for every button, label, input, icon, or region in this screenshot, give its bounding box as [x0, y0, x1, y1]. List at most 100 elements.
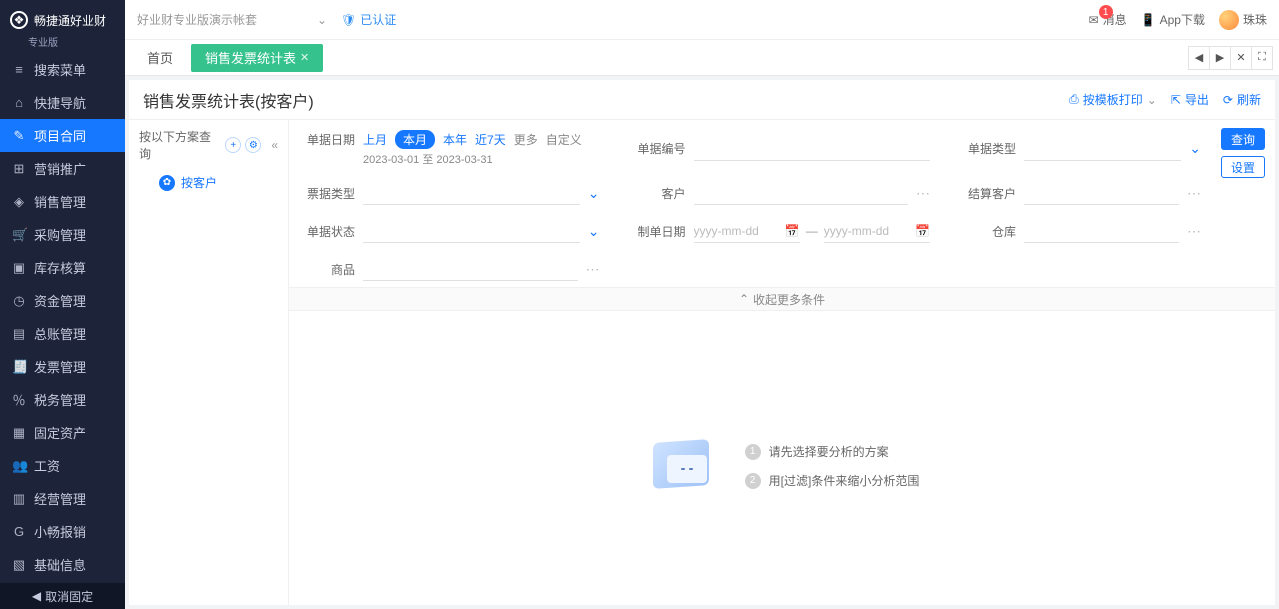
sidebar-item[interactable]: 🛒采购管理 [0, 218, 125, 251]
tab[interactable]: 首页 [133, 44, 187, 72]
sidebar-item[interactable]: ≡搜索菜单 [0, 53, 125, 86]
export-button[interactable]: ⇱ 导出 [1171, 91, 1209, 108]
date-range-option[interactable]: 上月 [363, 131, 387, 148]
nav-icon: ⊞ [12, 161, 26, 177]
date-range-option[interactable]: 本年 [443, 131, 467, 148]
collapse-conditions[interactable]: ⌃ 收起更多条件 [289, 287, 1275, 311]
sidebar-item[interactable]: ◷资金管理 [0, 284, 125, 317]
sidebar-item[interactable]: ◈销售管理 [0, 185, 125, 218]
sidebar-item[interactable]: G小畅报销 [0, 515, 125, 548]
content: 销售发票统计表(按客户) ⎙ 按模板打印 ⌄ ⇱ 导出 ⟳ 刷新 [125, 76, 1279, 609]
setting-button[interactable]: 设置 [1221, 156, 1265, 178]
scheme-add[interactable]: + [225, 137, 241, 153]
refresh-button[interactable]: ⟳ 刷新 [1223, 91, 1261, 108]
pin-icon: ◀ [32, 589, 41, 603]
chevron-down-icon: ⌄ [317, 13, 327, 27]
bill-type-select[interactable] [1024, 137, 1181, 161]
scheme-item-icon: ✿ [159, 175, 175, 191]
goods-picker[interactable] [363, 257, 578, 281]
scheme-collapse[interactable]: « [271, 138, 278, 152]
sidebar-item[interactable]: 👥工资 [0, 449, 125, 482]
tabs-next[interactable]: ▶ [1209, 46, 1231, 70]
date-range-option[interactable]: 本月 [395, 130, 435, 149]
nav-icon: ▤ [12, 326, 26, 342]
nav-icon: 🛒 [12, 227, 26, 243]
sidebar-item-label: 经营管理 [34, 489, 86, 508]
field-bill-state: 单据状态 ⌄ [299, 219, 600, 243]
query-button[interactable]: 查询 [1221, 128, 1265, 150]
page-title: 销售发票统计表(按客户) [143, 88, 1069, 112]
make-date-to[interactable] [824, 224, 915, 238]
date-range-option[interactable]: 自定义 [546, 131, 582, 148]
calendar-icon[interactable]: 📅 [915, 224, 930, 238]
field-settle-customer: 结算客户 ⋯ [960, 181, 1261, 205]
more-icon[interactable]: ⋯ [1187, 185, 1201, 202]
step-number-icon: 2 [745, 473, 761, 489]
warehouse-picker[interactable] [1024, 219, 1179, 243]
field-make-date: 制单日期 📅 — 📅 [630, 219, 931, 243]
bill-state-select[interactable] [363, 219, 580, 243]
app-download-button[interactable]: 📱 App下载 [1141, 11, 1205, 28]
nav-icon: ％ [12, 390, 26, 409]
nav-icon: ◷ [12, 293, 26, 309]
sidebar-item[interactable]: ▤ 总账管理 [0, 317, 125, 350]
scheme-item-customer[interactable]: ✿ 按客户 [139, 174, 278, 191]
chevron-down-icon[interactable]: ⌄ [588, 223, 600, 240]
customer-label: 客户 [630, 185, 686, 202]
user-menu[interactable]: 珠珠 [1219, 10, 1267, 30]
sidebar-item-label: 税务管理 [34, 390, 86, 409]
field-bill-no: 单据编号 [630, 130, 931, 167]
calendar-icon[interactable]: 📅 [785, 224, 800, 238]
field-customer: 客户 ⋯ [630, 181, 931, 205]
tab[interactable]: 销售发票统计表✕ [191, 44, 323, 72]
tabs-close-all[interactable]: ✕ [1230, 46, 1252, 70]
sidebar-item[interactable]: ⌂快捷导航 [0, 86, 125, 119]
date-range-option[interactable]: 更多 [514, 131, 538, 148]
print-button[interactable]: ⎙ 按模板打印 ⌄ [1069, 91, 1157, 108]
tab-label: 首页 [147, 48, 173, 67]
sidebar-item[interactable]: ▦固定资产 [0, 416, 125, 449]
sidebar: ❖ 畅捷通好业财 专业版 ≡搜索菜单⌂快捷导航✎项目合同⊞营销推广◈销售管理🛒采… [0, 0, 125, 609]
scheme-item-label: 按客户 [181, 174, 217, 191]
account-selector[interactable]: 好业财专业版演示帐套 ⌄ [137, 11, 327, 28]
invoice-type-select[interactable] [363, 181, 580, 205]
sidebar-item[interactable]: 🧾发票管理 [0, 350, 125, 383]
settle-customer-label: 结算客户 [960, 185, 1016, 202]
make-date-from[interactable] [694, 224, 785, 238]
export-label: 导出 [1185, 91, 1209, 108]
user-name: 珠珠 [1243, 11, 1267, 28]
nav-icon: ▥ [12, 491, 26, 507]
tab-close-icon[interactable]: ✕ [300, 51, 309, 64]
avatar [1219, 10, 1239, 30]
verified-badge: 🛡 已认证 [341, 11, 396, 28]
nav-icon: G [12, 524, 26, 539]
sidebar-item[interactable]: ％ 税务管理 [0, 383, 125, 416]
more-icon[interactable]: ⋯ [916, 185, 930, 202]
messages-button[interactable]: ✉ 消息 1 [1089, 11, 1127, 28]
verified-label: 已认证 [360, 11, 396, 28]
brand-subtitle: 专业版 [0, 34, 125, 49]
tabs-fullscreen[interactable]: ⛶ [1251, 46, 1273, 70]
sidebar-unpin[interactable]: ◀ 取消固定 [0, 583, 125, 609]
more-icon[interactable]: ⋯ [1187, 223, 1201, 240]
more-icon[interactable]: ⋯ [586, 261, 600, 278]
sidebar-item[interactable]: ▥ 经营管理 [0, 482, 125, 515]
nav-icon: ✎ [12, 128, 26, 144]
chevron-down-icon[interactable]: ⌄ [1189, 140, 1201, 157]
sidebar-item-label: 总账管理 [34, 324, 86, 343]
settle-customer-picker[interactable] [1024, 181, 1179, 205]
scheme-setting[interactable]: ⚙ [245, 137, 261, 153]
sidebar-item[interactable]: ▧基础信息 [0, 548, 125, 581]
customer-picker[interactable] [694, 181, 909, 205]
sidebar-item[interactable]: ⊞营销推广 [0, 152, 125, 185]
sidebar-item-label: 销售管理 [34, 192, 86, 211]
tabs-prev[interactable]: ◀ [1188, 46, 1210, 70]
tabs: 首页销售发票统计表✕ ◀ ▶ ✕ ⛶ [125, 40, 1279, 76]
bill-no-input[interactable] [694, 137, 931, 161]
chevron-down-icon[interactable]: ⌄ [588, 185, 600, 202]
sidebar-item[interactable]: ▣库存核算 [0, 251, 125, 284]
brand-name: 畅捷通好业财 [34, 12, 106, 29]
date-range-option[interactable]: 近7天 [475, 131, 506, 148]
sidebar-item[interactable]: ✎项目合同 [0, 119, 125, 152]
empty-step-2-text: 用[过滤]条件来缩小分析范围 [769, 472, 920, 489]
